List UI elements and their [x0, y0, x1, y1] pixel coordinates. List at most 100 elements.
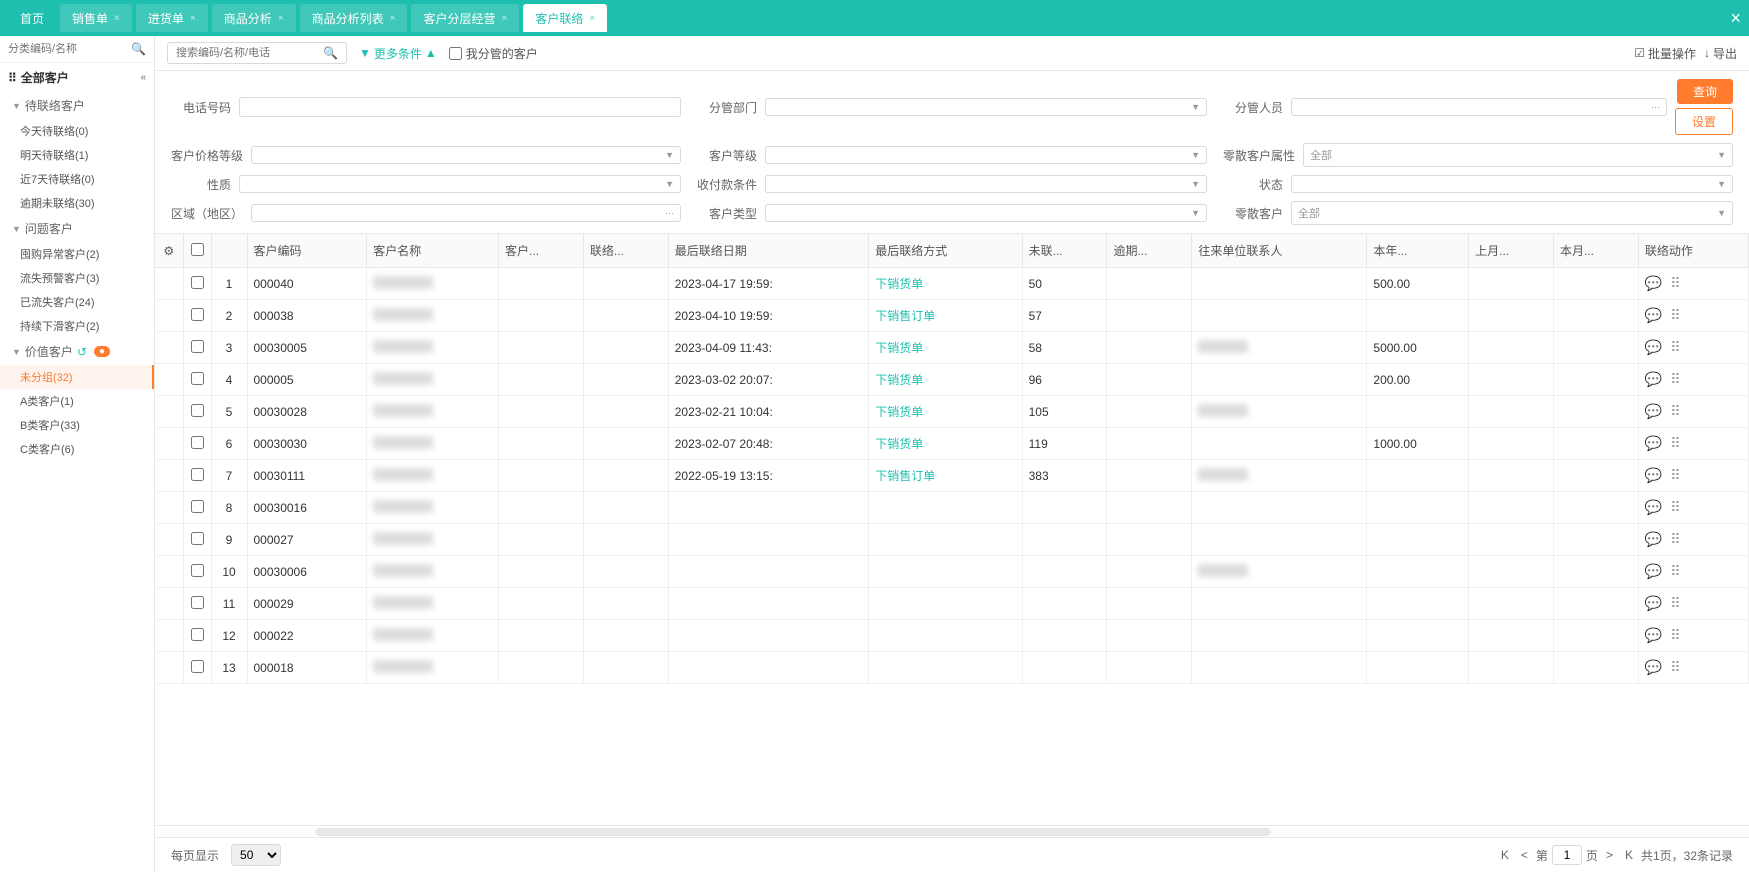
td-last-contact-type[interactable]	[869, 620, 1022, 652]
collapse-icon[interactable]: «	[140, 72, 146, 83]
search-input[interactable]	[176, 47, 319, 59]
td-last-contact-type[interactable]	[869, 588, 1022, 620]
first-page-btn[interactable]: K	[1497, 846, 1513, 864]
td-check[interactable]	[183, 300, 211, 332]
last-contact-type-link[interactable]: 下销货单	[875, 437, 923, 451]
td-check[interactable]	[183, 492, 211, 524]
tab-product-analysis-list-close[interactable]: ×	[390, 13, 396, 24]
chat-icon[interactable]: 💬	[1645, 339, 1662, 356]
chat-icon[interactable]: 💬	[1645, 563, 1662, 580]
region-select[interactable]: ···	[251, 204, 681, 222]
th-settings[interactable]: ⚙	[155, 234, 183, 268]
td-check[interactable]	[183, 652, 211, 684]
more-action-icon[interactable]: ⠿	[1670, 275, 1680, 292]
row-checkbox[interactable]	[191, 276, 204, 289]
row-checkbox[interactable]	[191, 660, 204, 673]
chat-icon[interactable]: 💬	[1645, 307, 1662, 324]
sidebar-item-tomorrow[interactable]: 明天待联络(1)	[0, 143, 154, 167]
td-check[interactable]	[183, 556, 211, 588]
th-code[interactable]: 客户编码	[247, 234, 367, 268]
chat-icon[interactable]: 💬	[1645, 275, 1662, 292]
scrollbar-thumb[interactable]	[315, 828, 1271, 836]
chat-icon[interactable]: 💬	[1645, 659, 1662, 676]
status-select[interactable]: ▼	[1291, 175, 1733, 193]
export-btn[interactable]: ↓ 导出	[1704, 45, 1737, 62]
th-category[interactable]: 客户...	[499, 234, 584, 268]
customer-type-select[interactable]: ▼	[765, 204, 1207, 222]
tab-home[interactable]: 首页	[8, 4, 56, 32]
chat-icon[interactable]: 💬	[1645, 435, 1662, 452]
tab-sales[interactable]: 销售单 ×	[60, 4, 132, 32]
row-checkbox[interactable]	[191, 404, 204, 417]
sidebar-item-today[interactable]: 今天待联络(0)	[0, 119, 154, 143]
sidebar-item-hoard[interactable]: 囤购异常客户(2)	[0, 242, 154, 266]
sidebar-item-declining[interactable]: 持续下滑客户(2)	[0, 314, 154, 338]
row-checkbox[interactable]	[191, 340, 204, 353]
my-customers-check[interactable]	[449, 47, 462, 60]
td-check[interactable]	[183, 524, 211, 556]
horizontal-scrollbar[interactable]	[155, 825, 1749, 837]
td-last-contact-type[interactable]: 下销货单	[869, 332, 1022, 364]
th-name[interactable]: 客户名称	[367, 234, 499, 268]
sidebar-group-pending[interactable]: ▼ 待联络客户	[0, 92, 154, 119]
tab-purchase-close[interactable]: ×	[190, 13, 196, 24]
td-check[interactable]	[183, 364, 211, 396]
payment-select[interactable]: ▼	[765, 175, 1207, 193]
last-contact-type-link[interactable]: 下销货单	[875, 405, 923, 419]
sparse-customer-select[interactable]: 全部 ▼	[1291, 201, 1733, 225]
chat-icon[interactable]: 💬	[1645, 403, 1662, 420]
th-counterpart[interactable]: 往来单位联系人	[1192, 234, 1367, 268]
td-check[interactable]	[183, 588, 211, 620]
th-this-month[interactable]: 本月...	[1553, 234, 1638, 268]
td-check[interactable]	[183, 396, 211, 428]
sidebar-search-input[interactable]	[8, 43, 127, 55]
th-last-contact-type[interactable]: 最后联络方式	[869, 234, 1022, 268]
last-contact-type-link[interactable]: 下销货单	[875, 277, 923, 291]
th-last-month[interactable]: 上月...	[1469, 234, 1554, 268]
chat-icon[interactable]: 💬	[1645, 627, 1662, 644]
more-action-icon[interactable]: ⠿	[1670, 531, 1680, 548]
th-uncontacted[interactable]: 未联...	[1022, 234, 1107, 268]
row-checkbox[interactable]	[191, 596, 204, 609]
sidebar-item-overdue[interactable]: 逾期未联络(30)	[0, 191, 154, 215]
row-checkbox[interactable]	[191, 436, 204, 449]
more-action-icon[interactable]: ⠿	[1670, 499, 1680, 516]
all-customers-item[interactable]: ⠿ 全部客户 «	[0, 63, 154, 92]
td-last-contact-type[interactable]: 下销货单	[869, 268, 1022, 300]
more-action-icon[interactable]: ⠿	[1670, 627, 1680, 644]
row-checkbox[interactable]	[191, 372, 204, 385]
tab-customer-contact[interactable]: 客户联络 ×	[523, 4, 607, 32]
td-check[interactable]	[183, 620, 211, 652]
tab-product-analysis-close[interactable]: ×	[278, 13, 284, 24]
batch-op-btn[interactable]: ☑ 批量操作	[1634, 45, 1696, 62]
th-last-contact-date[interactable]: 最后联络日期	[668, 234, 868, 268]
tab-customer-segment-close[interactable]: ×	[501, 13, 507, 24]
prev-page-btn[interactable]: <	[1517, 846, 1532, 864]
tab-customer-segment[interactable]: 客户分层经营 ×	[411, 4, 519, 32]
nature-select[interactable]: ▼	[239, 175, 681, 193]
sidebar-group-problem[interactable]: ▼ 问题客户	[0, 215, 154, 242]
manager-select[interactable]: ···	[1291, 98, 1667, 116]
row-checkbox[interactable]	[191, 500, 204, 513]
last-contact-type-link[interactable]: 下销货单	[875, 341, 923, 355]
more-action-icon[interactable]: ⠿	[1670, 659, 1680, 676]
page-size-select[interactable]: 50 20 100	[231, 844, 281, 866]
sidebar-search-icon[interactable]: 🔍	[131, 42, 146, 56]
chat-icon[interactable]: 💬	[1645, 531, 1662, 548]
td-last-contact-type[interactable]: 下销货单	[869, 364, 1022, 396]
more-action-icon[interactable]: ⠿	[1670, 371, 1680, 388]
sidebar-item-churned[interactable]: 已流失客户(24)	[0, 290, 154, 314]
next-page-btn[interactable]: >	[1602, 846, 1617, 864]
more-action-icon[interactable]: ⠿	[1670, 339, 1680, 356]
close-all-icon[interactable]: ×	[1730, 8, 1741, 29]
sidebar-item-b-class[interactable]: B类客户(33)	[0, 413, 154, 437]
th-check[interactable]	[183, 234, 211, 268]
tab-customer-contact-close[interactable]: ×	[589, 13, 595, 24]
phone-input[interactable]	[239, 97, 681, 117]
sidebar-item-a-class[interactable]: A类客户(1)	[0, 389, 154, 413]
more-action-icon[interactable]: ⠿	[1670, 403, 1680, 420]
page-input[interactable]	[1552, 845, 1582, 865]
td-last-contact-type[interactable]	[869, 492, 1022, 524]
dept-select[interactable]: ▼	[765, 98, 1207, 116]
sidebar-item-c-class[interactable]: C类客户(6)	[0, 437, 154, 461]
